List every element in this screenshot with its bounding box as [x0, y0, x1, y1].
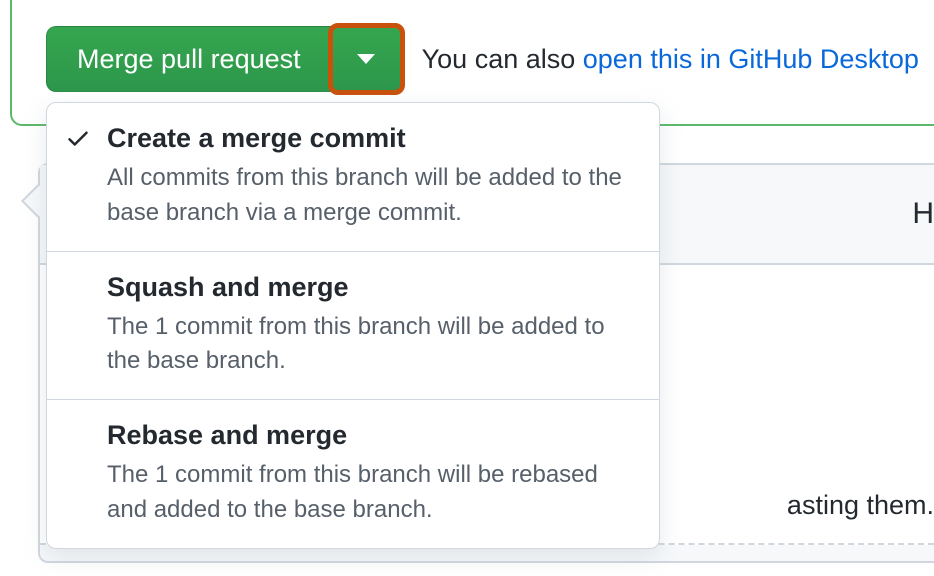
- caret-down-icon: [357, 54, 375, 64]
- merge-button-group: Merge pull request: [46, 26, 402, 92]
- option-create-merge-commit[interactable]: Create a merge commit All commits from t…: [47, 103, 659, 252]
- option-rebase-and-merge[interactable]: Rebase and merge The 1 commit from this …: [47, 400, 659, 548]
- merge-pull-request-button[interactable]: Merge pull request: [46, 26, 332, 92]
- panel-body-text: asting them.: [787, 490, 934, 521]
- option-title: Rebase and merge: [107, 420, 636, 451]
- option-desc: All commits from this branch will be add…: [107, 161, 636, 231]
- option-desc: The 1 commit from this branch will be re…: [107, 458, 636, 528]
- check-icon: [65, 125, 91, 151]
- option-title: Create a merge commit: [107, 123, 636, 154]
- merge-options-dropdown: Create a merge commit All commits from t…: [46, 102, 660, 549]
- merge-row: Merge pull request You can also open thi…: [46, 26, 919, 92]
- option-squash-and-merge[interactable]: Squash and merge The 1 commit from this …: [47, 252, 659, 401]
- open-desktop-link[interactable]: open this in GitHub Desktop: [583, 44, 919, 74]
- merge-button-label: Merge pull request: [77, 44, 301, 75]
- option-desc: The 1 commit from this branch will be ad…: [107, 310, 636, 380]
- merge-info-text: You can also open this in GitHub Desktop: [422, 44, 919, 75]
- option-title: Squash and merge: [107, 272, 636, 303]
- merge-options-caret-button[interactable]: [332, 26, 402, 92]
- panel-header-text: H: [912, 197, 934, 231]
- info-prefix: You can also: [422, 44, 583, 74]
